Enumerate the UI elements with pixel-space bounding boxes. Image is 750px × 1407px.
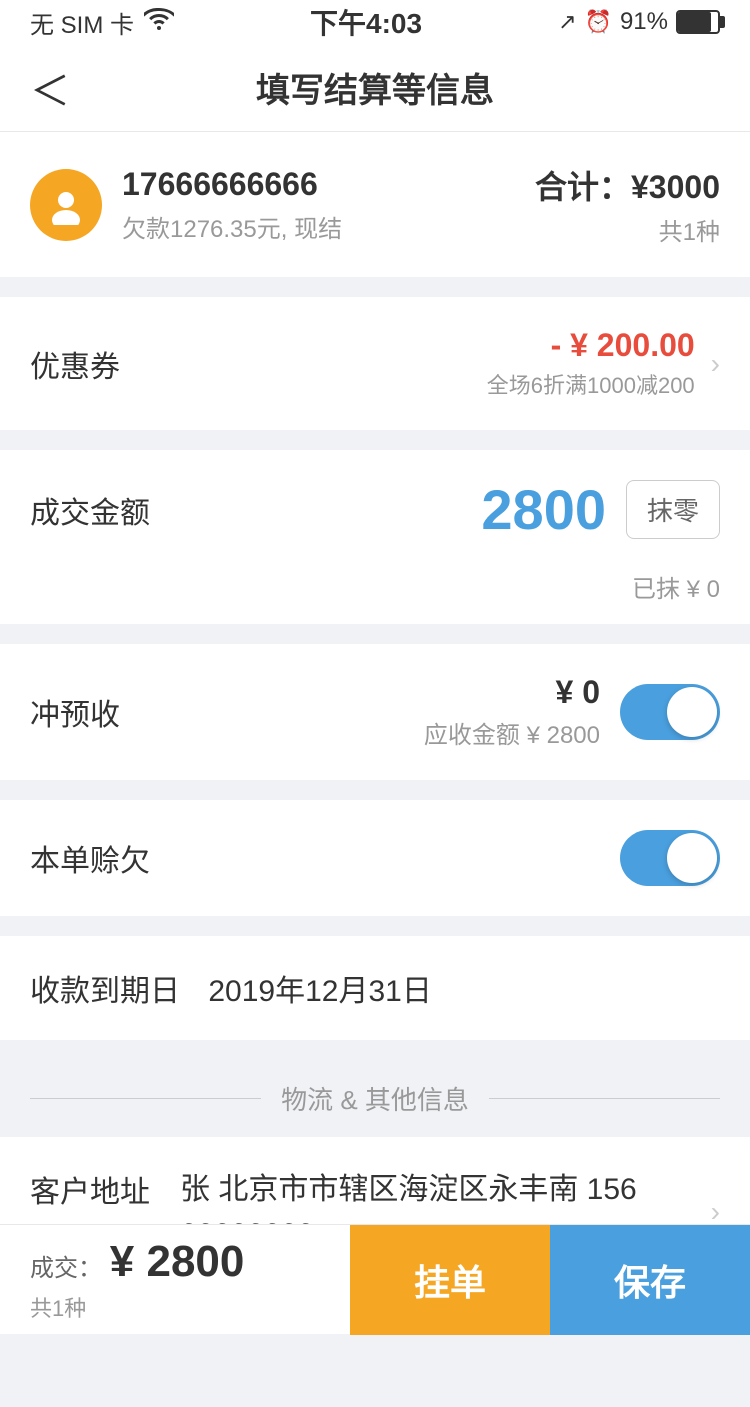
alarm-icon: ⏰ <box>585 9 612 35</box>
deal-amount-right: 2800 抹零 <box>481 480 720 539</box>
coupon-desc: 全场6折满1000减200 <box>487 368 695 400</box>
battery-text: 91% <box>620 8 668 36</box>
logistics-title: 物流 & 其他信息 <box>281 1080 469 1117</box>
debit-toggle[interactable] <box>620 830 720 886</box>
debit-row: 本单赊欠 <box>0 800 750 916</box>
status-left: 无 SIM 卡 <box>30 5 174 40</box>
logistics-divider-right <box>489 1098 720 1099</box>
coupon-row[interactable]: 优惠券 - ¥ 200.00 全场6折满1000减200 › <box>0 297 750 430</box>
deal-amount-section: 成交金额 2800 抹零 已抹 ¥ 0 <box>0 450 750 624</box>
prepay-right: ¥ 0 应收金额 ¥ 2800 <box>424 674 720 750</box>
status-time: 下午4:03 <box>310 2 422 42</box>
status-bar: 无 SIM 卡 下午4:03 ↗ ⏰ 91% <box>0 0 750 44</box>
customer-phone: 17666666666 <box>122 166 342 203</box>
customer-debt: 欠款1276.35元, 现结 <box>122 209 342 244</box>
bottom-info: 成交： ¥ 2800 共1种 <box>0 1237 350 1323</box>
customer-info: 17666666666 欠款1276.35元, 现结 <box>122 166 342 244</box>
address-label: 客户地址 <box>30 1167 150 1211</box>
back-button[interactable]: ＜ <box>30 59 90 117</box>
bottom-count: 共1种 <box>30 1291 320 1323</box>
deal-amount-sub: 已抹 ¥ 0 <box>0 569 750 624</box>
customer-card: 17666666666 欠款1276.35元, 现结 合计：¥3000 共1种 <box>0 132 750 277</box>
status-right: ↗ ⏰ 91% <box>558 8 720 36</box>
main-content: 17666666666 欠款1276.35元, 现结 合计：¥3000 共1种 … <box>0 132 750 1407</box>
coupon-discount: - ¥ 200.00 <box>487 327 695 364</box>
due-date-value: 2019年12月31日 <box>208 975 431 1008</box>
hang-order-button[interactable]: 挂单 <box>350 1225 550 1335</box>
total-amount: 合计：¥3000 <box>535 162 720 208</box>
deal-amount-row: 成交金额 2800 抹零 <box>0 450 750 569</box>
prepay-amount: ¥ 0 <box>424 674 600 711</box>
prepay-toggle[interactable] <box>620 684 720 740</box>
prepay-amount-group: ¥ 0 应收金额 ¥ 2800 <box>424 674 600 750</box>
nav-bar: ＜ 填写结算等信息 <box>0 44 750 132</box>
round-zero-button[interactable]: 抹零 <box>626 480 720 539</box>
avatar <box>30 169 102 241</box>
save-button[interactable]: 保存 <box>550 1225 750 1335</box>
bottom-deal-amount: ¥ 2800 <box>110 1237 245 1286</box>
bottom-bar: 成交： ¥ 2800 共1种 挂单 保存 <box>0 1224 750 1334</box>
bottom-deal-row: 成交： ¥ 2800 <box>30 1237 320 1287</box>
customer-left: 17666666666 欠款1276.35元, 现结 <box>30 166 342 244</box>
prepay-section: 冲预收 ¥ 0 应收金额 ¥ 2800 <box>0 644 750 780</box>
due-date-label: 收款到期日 <box>30 975 180 1008</box>
logistics-section: 物流 & 其他信息 <box>0 1060 750 1137</box>
deal-amount-value: 2800 <box>481 482 606 538</box>
coupon-right: - ¥ 200.00 全场6折满1000减200 › <box>487 327 720 400</box>
toggle-knob <box>667 687 717 737</box>
coupon-chevron-icon: › <box>711 348 720 380</box>
deal-amount-label: 成交金额 <box>30 488 150 532</box>
bottom-deal-label: 成交： <box>30 1255 102 1282</box>
prepay-row: 冲预收 ¥ 0 应收金额 ¥ 2800 <box>0 644 750 780</box>
prepay-label: 冲预收 <box>30 690 120 734</box>
battery-icon <box>676 10 720 34</box>
debit-toggle-knob <box>667 833 717 883</box>
prepay-receivable: 应收金额 ¥ 2800 <box>424 715 600 750</box>
location-icon: ↗ <box>558 9 576 35</box>
due-date-row: 收款到期日 2019年12月31日 <box>0 936 750 1040</box>
logistics-divider-left <box>30 1098 261 1099</box>
debit-label: 本单赊欠 <box>30 836 150 880</box>
customer-total: 合计：¥3000 共1种 <box>535 162 720 247</box>
wifi-icon <box>144 8 174 37</box>
carrier-text: 无 SIM 卡 <box>30 5 134 40</box>
coupon-label: 优惠券 <box>30 342 120 386</box>
page-title: 填写结算等信息 <box>256 63 494 112</box>
total-count: 共1种 <box>535 212 720 247</box>
